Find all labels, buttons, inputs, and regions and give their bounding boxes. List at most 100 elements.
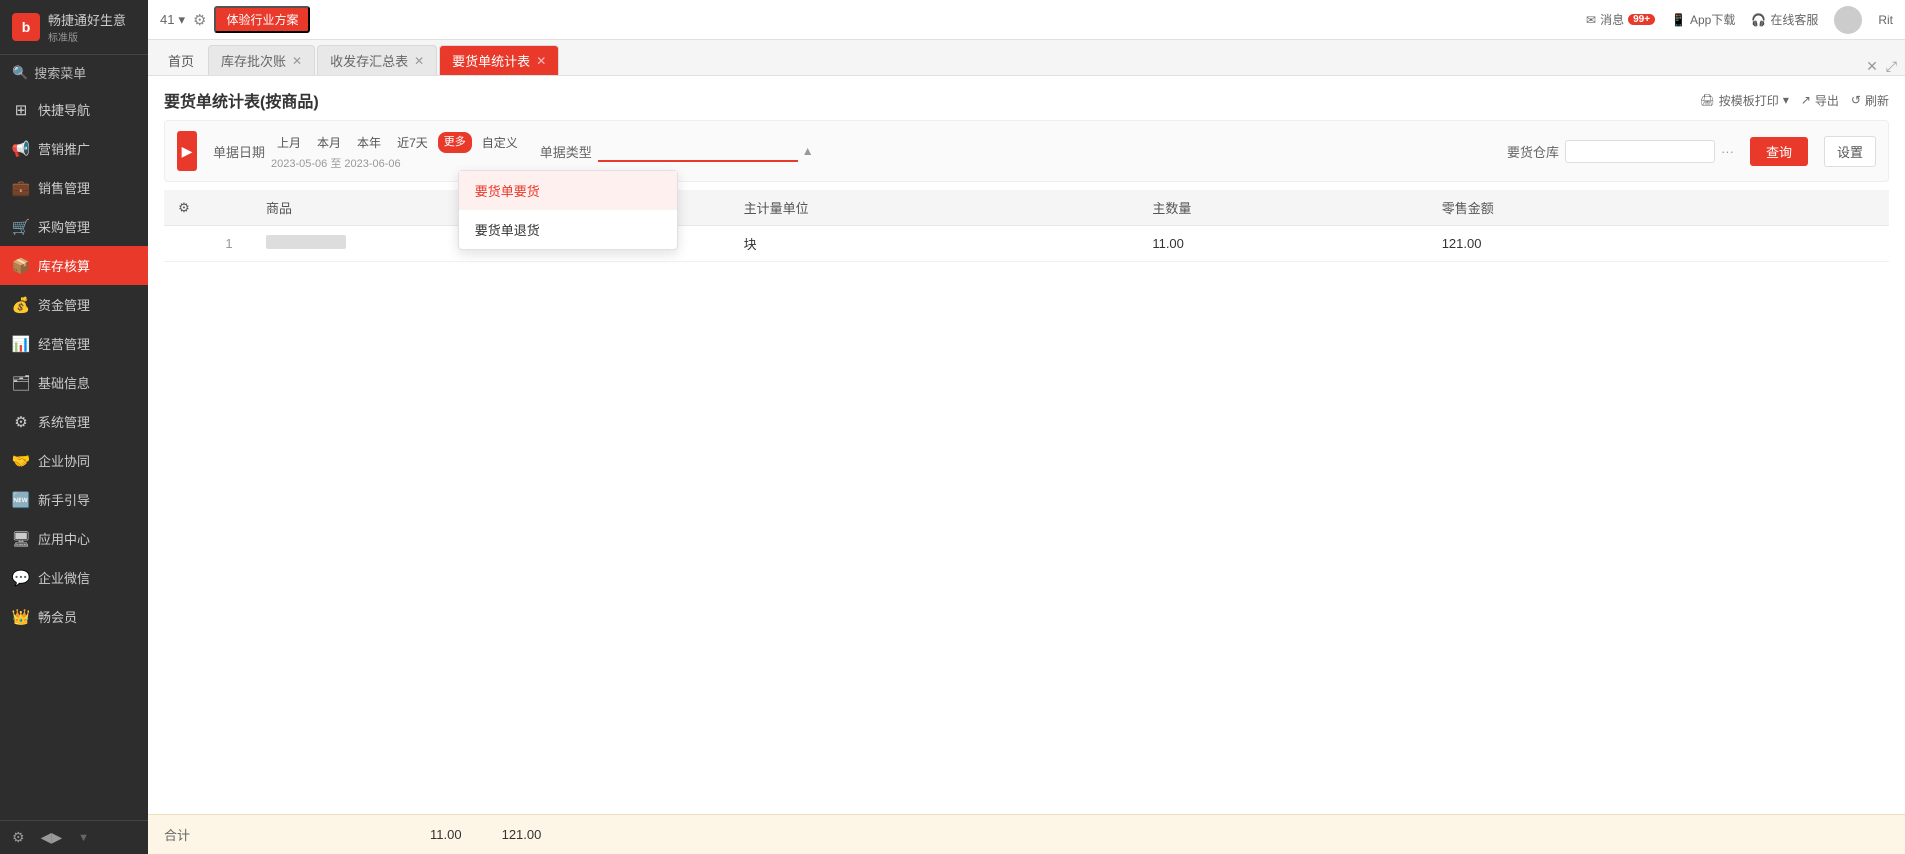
app-download-btn[interactable]: 📱 App下载 xyxy=(1671,11,1735,28)
sidebar-item-operation[interactable]: 📊 经营管理 xyxy=(0,324,148,363)
dropdown-item-order-goods-label: 要货单要货 xyxy=(475,184,540,199)
message-label: 消息 xyxy=(1600,11,1624,28)
store-selector[interactable]: 41 ▾ xyxy=(160,12,185,28)
footer-amount: 121.00 xyxy=(502,827,542,842)
export-btn[interactable]: ↗ 导出 xyxy=(1801,92,1839,109)
tabbar: 首页 库存批次账 ✕ 收发存汇总表 ✕ 要货单统计表 ✕ ✕ ⤢ xyxy=(148,40,1905,76)
date-btn-this-month[interactable]: 本月 xyxy=(311,132,347,153)
tab-close-all-icon[interactable]: ✕ xyxy=(1866,58,1878,75)
dropdown-item-order-return-label: 要货单退货 xyxy=(475,223,540,238)
message-icon: ✉ xyxy=(1586,13,1596,27)
date-btn-7days[interactable]: 近7天 xyxy=(391,132,434,153)
main-area: 41 ▾ ⚙ 体验行业方案 ✉ 消息 99+ 📱 App下载 🎧 在线客服 Ri… xyxy=(148,0,1905,854)
date-range-display: 2023-05-06 至 2023-06-06 xyxy=(271,155,524,171)
finance-icon: 💰 xyxy=(12,296,30,314)
search-menu[interactable]: 🔍 搜索菜单 xyxy=(0,55,148,90)
query-btn[interactable]: 查询 xyxy=(1750,137,1808,166)
type-filter-input[interactable] xyxy=(598,141,798,162)
tab-batch-account[interactable]: 库存批次账 ✕ xyxy=(208,45,315,75)
topbar-left: 41 ▾ ⚙ 体验行业方案 xyxy=(160,6,1574,33)
tab-fullscreen-icon[interactable]: ⤢ xyxy=(1886,58,1897,75)
table-footer: 合计 11.00 121.00 xyxy=(148,814,1905,854)
date-filter-options: 上月 本月 本年 近7天 更多 自定义 2023-05-06 至 2023-06… xyxy=(271,132,524,171)
sidebar-item-label: 系统管理 xyxy=(38,412,90,431)
user-name: Rit xyxy=(1878,13,1893,27)
print-icon: 🖨 xyxy=(1700,93,1715,107)
row-amount: 121.00 xyxy=(1430,226,1779,262)
inventory-icon: 📦 xyxy=(12,257,30,275)
sidebar-item-label: 营销推广 xyxy=(38,139,90,158)
sidebar-item-quick-nav[interactable]: ⊞ 快捷导航 xyxy=(0,90,148,129)
message-badge: 99+ xyxy=(1628,14,1655,25)
refresh-icon: ↺ xyxy=(1851,93,1861,107)
online-service-btn[interactable]: 🎧 在线客服 xyxy=(1751,11,1818,28)
sidebar-item-member[interactable]: 👑 畅会员 xyxy=(0,597,148,636)
sidebar-scroll-down[interactable]: ▼ xyxy=(78,832,89,844)
warehouse-filter-input[interactable] xyxy=(1565,140,1715,163)
col-settings[interactable]: ⚙ xyxy=(164,190,204,226)
sidebar-item-collab[interactable]: 🤝 企业协同 xyxy=(0,441,148,480)
sidebar-nav: ⊞ 快捷导航 📢 营销推广 💼 销售管理 🛒 采购管理 📦 库存核算 💰 资金管… xyxy=(0,90,148,820)
sidebar-item-system[interactable]: ⚙ 系统管理 xyxy=(0,402,148,441)
sidebar-item-label: 应用中心 xyxy=(38,529,90,548)
topbar-gear-icon[interactable]: ⚙ xyxy=(193,11,206,29)
service-label: 在线客服 xyxy=(1770,11,1818,28)
tab-home[interactable]: 首页 xyxy=(156,45,206,75)
print-btn[interactable]: 🖨 按模板打印 ▾ xyxy=(1700,92,1789,109)
date-btn-last-month[interactable]: 上月 xyxy=(271,132,307,153)
date-filter-label: 单据日期 xyxy=(213,142,265,161)
sidebar-item-marketing[interactable]: 📢 营销推广 xyxy=(0,129,148,168)
sidebar-item-sales[interactable]: 💼 销售管理 xyxy=(0,168,148,207)
sales-icon: 💼 xyxy=(12,179,30,197)
date-btn-this-year[interactable]: 本年 xyxy=(351,132,387,153)
sidebar-logo: b 畅捷通好生意 标准版 xyxy=(0,0,148,55)
user-avatar[interactable] xyxy=(1834,6,1862,34)
tab-collect-send-label: 收发存汇总表 xyxy=(330,51,408,70)
type-dropdown: 要货单要货 要货单退货 xyxy=(458,170,678,250)
settings-bottom-icon[interactable]: ⚙ xyxy=(12,829,25,846)
quick-nav-icon: ⊞ xyxy=(12,101,30,119)
type-filter-up-arrow[interactable]: ▲ xyxy=(802,144,814,158)
dropdown-item-order-goods[interactable]: 要货单要货 xyxy=(459,171,677,210)
date-btn-more[interactable]: 更多 xyxy=(438,132,472,153)
date-btn-custom[interactable]: 自定义 xyxy=(476,132,524,153)
tab-collect-send[interactable]: 收发存汇总表 ✕ xyxy=(317,45,437,75)
page-actions: 🖨 按模板打印 ▾ ↗ 导出 ↺ 刷新 xyxy=(1700,92,1889,109)
sidebar-item-purchase[interactable]: 🛒 采购管理 xyxy=(0,207,148,246)
col-amount: 零售金额 xyxy=(1430,190,1779,226)
settings-btn[interactable]: 设置 xyxy=(1824,136,1876,167)
filter-toggle-btn[interactable]: ▶ xyxy=(177,131,197,171)
tab-collect-send-close[interactable]: ✕ xyxy=(414,54,424,68)
page-title: 要货单统计表(按商品) xyxy=(164,88,319,112)
table-header-row: ⚙ 商品 主计量单位 主数量 零售金额 xyxy=(164,190,1889,226)
tab-batch-account-label: 库存批次账 xyxy=(221,51,286,70)
tab-batch-account-close[interactable]: ✕ xyxy=(292,54,302,68)
warehouse-more-icon[interactable]: ··· xyxy=(1721,144,1734,159)
industry-btn[interactable]: 体验行业方案 xyxy=(214,6,310,33)
sidebar-item-wechat[interactable]: 💬 企业微信 xyxy=(0,558,148,597)
tab-order-stat[interactable]: 要货单统计表 ✕ xyxy=(439,45,559,75)
sidebar-item-guide[interactable]: 🆕 新手引导 xyxy=(0,480,148,519)
marketing-icon: 📢 xyxy=(12,140,30,158)
tab-order-stat-close[interactable]: ✕ xyxy=(536,54,546,68)
refresh-btn[interactable]: ↺ 刷新 xyxy=(1851,92,1889,109)
collapse-icon[interactable]: ◀▶ xyxy=(41,829,63,846)
sidebar-item-finance[interactable]: 💰 资金管理 xyxy=(0,285,148,324)
sidebar-item-appstore[interactable]: 🖥 应用中心 xyxy=(0,519,148,558)
sidebar-item-label: 企业微信 xyxy=(38,568,90,587)
row-num: 1 xyxy=(204,226,254,262)
brand-sub: 标准版 xyxy=(48,29,126,44)
dropdown-item-order-return[interactable]: 要货单退货 xyxy=(459,210,677,249)
sidebar-item-basic[interactable]: 🗂 基础信息 xyxy=(0,363,148,402)
row-qty: 11.00 xyxy=(1140,226,1429,262)
sidebar-item-inventory[interactable]: 📦 库存核算 xyxy=(0,246,148,285)
tab-home-label: 首页 xyxy=(168,51,194,70)
page-content: 要货单统计表(按商品) 🖨 按模板打印 ▾ ↗ 导出 ↺ 刷新 ▶ xyxy=(148,76,1905,854)
table-row: 1 块 11.00 121.00 xyxy=(164,226,1889,262)
operation-icon: 📊 xyxy=(12,335,30,353)
footer-label: 合计 xyxy=(164,825,190,844)
sidebar-item-label: 畅会员 xyxy=(38,607,77,626)
messages-btn[interactable]: ✉ 消息 99+ xyxy=(1586,11,1655,28)
table-container: ⚙ 商品 主计量单位 主数量 零售金额 1 xyxy=(148,190,1905,814)
col-qty: 主数量 xyxy=(1140,190,1429,226)
